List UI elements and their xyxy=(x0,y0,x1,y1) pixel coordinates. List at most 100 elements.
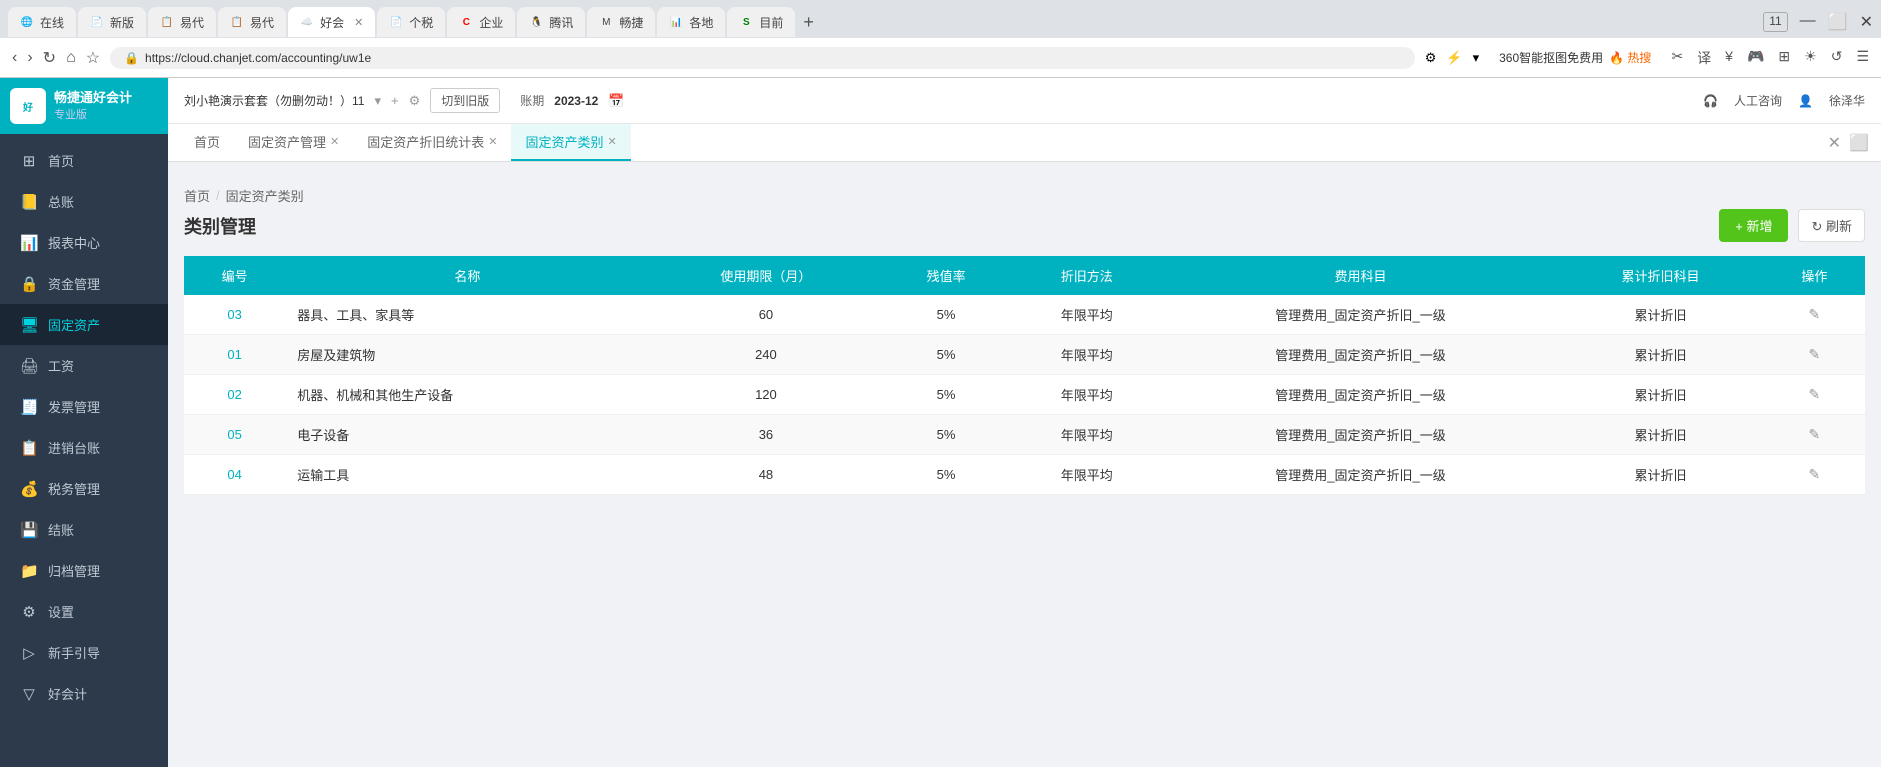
browser-tab-label-8: 畅捷 xyxy=(619,14,643,31)
history-icon[interactable]: ↺ xyxy=(1831,48,1843,68)
sidebar-item-trade[interactable]: 📋 进销台账 xyxy=(0,427,168,468)
tab-fixed-asset-mgmt[interactable]: 固定资产管理 ✕ xyxy=(234,124,353,161)
wallet-icon[interactable]: ¥ xyxy=(1725,48,1733,68)
tab-close-fixed-asset-mgmt[interactable]: ✕ xyxy=(330,135,339,148)
add-account-icon[interactable]: + xyxy=(391,93,399,108)
row-2-action[interactable]: ✎ xyxy=(1764,375,1865,415)
tab-close-depreciation-table[interactable]: ✕ xyxy=(488,135,497,148)
home-icon: ⊞ xyxy=(20,152,38,170)
tab-close-fixed-asset-category[interactable]: ✕ xyxy=(608,135,617,148)
row-3-code[interactable]: 05 xyxy=(184,415,285,455)
tab-depreciation-table[interactable]: 固定资产折旧统计表 ✕ xyxy=(353,124,511,161)
browser-tab-10[interactable]: S 目前 xyxy=(727,7,795,37)
sidebar-item-tax[interactable]: 💰 税务管理 xyxy=(0,468,168,509)
top-bar-right: 🎧 人工咨询 👤 徐泽华 xyxy=(1703,92,1865,109)
browser-tab-7[interactable]: 🐧 腾讯 xyxy=(517,7,585,37)
bookmark-button[interactable]: ☆ xyxy=(86,48,100,68)
dropdown-arrow[interactable]: ▾ xyxy=(374,93,381,109)
sidebar-item-home[interactable]: ⊞ 首页 xyxy=(0,140,168,181)
user-name[interactable]: 徐泽华 xyxy=(1829,92,1865,109)
back-button[interactable]: ‹ xyxy=(12,49,17,67)
row-1-action[interactable]: ✎ xyxy=(1764,335,1865,375)
browser-tab-5[interactable]: 📄 个税 xyxy=(377,7,445,37)
row-2-code[interactable]: 02 xyxy=(184,375,285,415)
site-settings-icon[interactable]: ⚙ xyxy=(1425,50,1437,66)
settings-icon: ⚙ xyxy=(20,603,38,621)
theme-icon[interactable]: ☀ xyxy=(1804,48,1817,68)
sidebar-item-guide[interactable]: ▷ 新手引导 xyxy=(0,632,168,673)
minimize-icon[interactable]: — xyxy=(1800,12,1816,32)
sidebar-item-app[interactable]: ▽ 好会计 xyxy=(0,673,168,714)
edit-icon-0[interactable]: ✎ xyxy=(1808,306,1820,322)
forward-button[interactable]: › xyxy=(27,49,32,67)
tab-favicon-7: 🐧 xyxy=(529,15,543,29)
tab-favicon-8: M xyxy=(599,15,613,29)
sidebar-item-salary[interactable]: 🖨 工资 xyxy=(0,345,168,386)
restore-icon[interactable]: ⬜ xyxy=(1828,12,1848,32)
edit-icon-4[interactable]: ✎ xyxy=(1808,466,1820,482)
tab-label-home: 首页 xyxy=(194,132,220,151)
sidebar-item-report[interactable]: 📊 报表中心 xyxy=(0,222,168,263)
sidebar-item-ledger[interactable]: 📒 总账 xyxy=(0,181,168,222)
browser-tab-4[interactable]: ☁️ 好会 ✕ xyxy=(288,7,375,37)
switch-version-button[interactable]: 切到旧版 xyxy=(430,88,500,113)
close-all-tabs-icon[interactable]: ✕ xyxy=(1828,133,1841,153)
col-expense: 费用科目 xyxy=(1164,256,1558,295)
grid-icon[interactable]: ⊞ xyxy=(1778,48,1790,68)
sidebar-item-archive[interactable]: 📁 归档管理 xyxy=(0,550,168,591)
col-code: 编号 xyxy=(184,256,285,295)
browser-tab-0[interactable]: 🌐 在线 xyxy=(8,7,76,37)
table-row: 05 电子设备 36 5% 年限平均 管理费用_固定资产折旧_一级 累计折旧 ✎ xyxy=(184,415,1865,455)
logo-edition: 专业版 xyxy=(54,106,132,122)
row-3-action[interactable]: ✎ xyxy=(1764,415,1865,455)
menu-icon[interactable]: ☰ xyxy=(1856,48,1869,68)
browser-tab-3[interactable]: 📋 易代 xyxy=(218,7,286,37)
breadcrumb: 首页 / 固定资产类别 xyxy=(184,178,1865,209)
browser-tab-9[interactable]: 📊 各地 xyxy=(657,7,725,37)
tab-fixed-asset-category[interactable]: 固定资产类别 ✕ xyxy=(511,124,630,161)
row-2-residual: 5% xyxy=(882,375,1010,415)
logo-icon: 好 xyxy=(10,88,46,124)
dropdown-icon[interactable]: ▾ xyxy=(1473,50,1480,66)
browser-tab-6[interactable]: C 企业 xyxy=(447,7,515,37)
home-button[interactable]: ⌂ xyxy=(66,49,76,67)
row-4-action[interactable]: ✎ xyxy=(1764,455,1865,495)
row-3-expense: 管理费用_固定资产折旧_一级 xyxy=(1164,415,1558,455)
address-input[interactable]: 🔒 https://cloud.chanjet.com/accounting/u… xyxy=(110,47,1415,69)
row-4-code[interactable]: 04 xyxy=(184,455,285,495)
row-1-code[interactable]: 01 xyxy=(184,335,285,375)
new-tab-button[interactable]: + xyxy=(797,12,820,33)
edit-icon-2[interactable]: ✎ xyxy=(1808,386,1820,402)
settings-account-icon[interactable]: ⚙ xyxy=(409,93,421,109)
refresh-table-button[interactable]: ↻ 刷新 xyxy=(1798,209,1865,242)
browser-tab-8[interactable]: M 畅捷 xyxy=(587,7,655,37)
browser-tab-1[interactable]: 📄 新版 xyxy=(78,7,146,37)
refresh-button[interactable]: ↻ xyxy=(43,48,56,68)
translate-icon[interactable]: 译 xyxy=(1697,48,1711,68)
sidebar-label-tax: 税务管理 xyxy=(48,479,100,498)
sidebar-item-invoice[interactable]: 🧾 发票管理 xyxy=(0,386,168,427)
close-icon[interactable]: ✕ xyxy=(1860,12,1873,32)
browser-tab-2[interactable]: 📋 易代 xyxy=(148,7,216,37)
edit-icon-3[interactable]: ✎ xyxy=(1808,426,1820,442)
report-icon: 📊 xyxy=(20,234,38,252)
sidebar-item-close[interactable]: 💾 结账 xyxy=(0,509,168,550)
row-4-period: 48 xyxy=(650,455,883,495)
sidebar-item-fixed-asset[interactable]: 🖥 固定资产 xyxy=(0,304,168,345)
sidebar-item-fund[interactable]: 🔒 资金管理 xyxy=(0,263,168,304)
app-icon: ▽ xyxy=(20,685,38,703)
restore-tab-icon[interactable]: ⬜ xyxy=(1849,133,1869,153)
browser-tab-close-4[interactable]: ✕ xyxy=(354,16,363,29)
tab-home[interactable]: 首页 xyxy=(180,124,234,161)
row-0-action[interactable]: ✎ xyxy=(1764,295,1865,335)
row-0-code[interactable]: 03 xyxy=(184,295,285,335)
calendar-icon[interactable]: 📅 xyxy=(608,93,624,109)
consult-label[interactable]: 人工咨询 xyxy=(1734,92,1782,109)
game-icon[interactable]: 🎮 xyxy=(1747,48,1764,68)
sidebar-item-settings[interactable]: ⚙ 设置 xyxy=(0,591,168,632)
edit-icon-1[interactable]: ✎ xyxy=(1808,346,1820,362)
breadcrumb-home[interactable]: 首页 xyxy=(184,186,210,205)
scissors-icon[interactable]: ✂ xyxy=(1671,48,1683,68)
lightning-icon[interactable]: ⚡ xyxy=(1446,50,1462,66)
add-button[interactable]: + 新增 xyxy=(1719,209,1788,242)
